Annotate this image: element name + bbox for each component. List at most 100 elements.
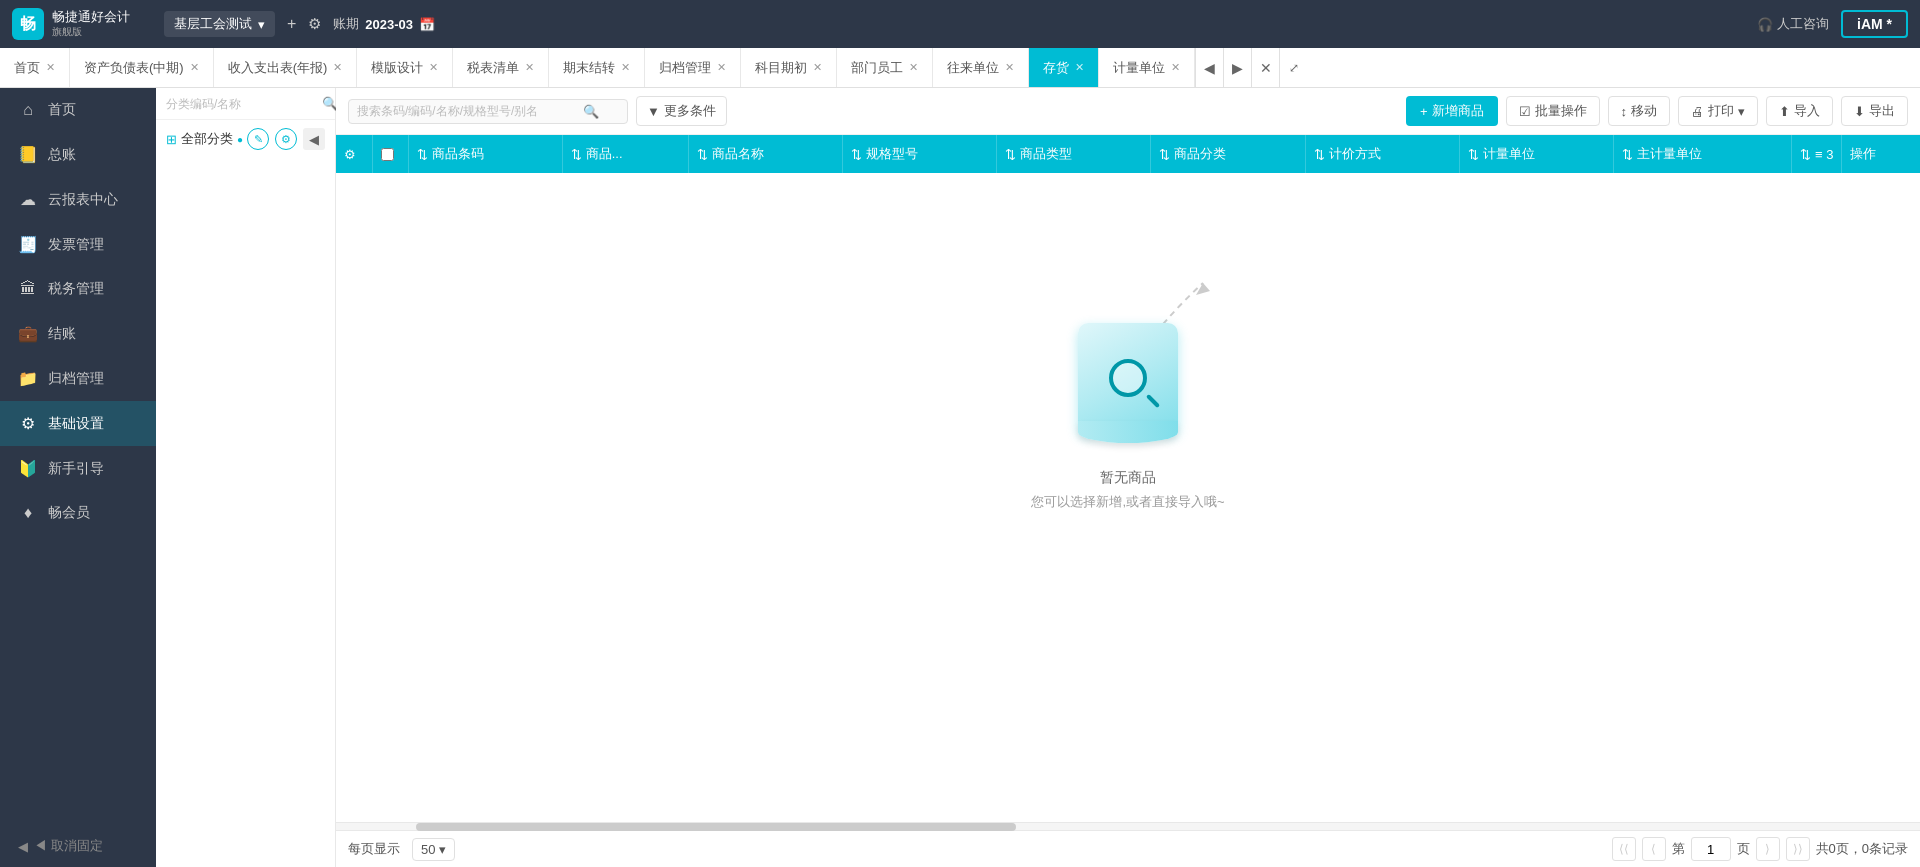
sidebar-item-ledger[interactable]: 📒 总账	[0, 132, 156, 177]
settings-icon[interactable]: ⚙	[308, 15, 321, 33]
col-spec[interactable]: ⇅规格型号	[843, 135, 997, 173]
company-selector[interactable]: 基层工会测试 ▾	[164, 11, 275, 37]
tab-measure-close[interactable]: ✕	[1171, 61, 1180, 74]
tab-prev-btn[interactable]: ◀	[1195, 48, 1223, 87]
search-icon[interactable]: 🔍	[583, 104, 599, 119]
move-icon: ↕	[1621, 104, 1628, 119]
pagination-bar: 每页显示 50 ▾ ⟨⟨ ⟨ 第 页 ⟩ ⟩⟩ 共0页，0条记录	[336, 830, 1920, 867]
page-label: 第	[1672, 840, 1685, 858]
iam-button[interactable]: iAM *	[1841, 10, 1908, 38]
tab-archive[interactable]: 归档管理 ✕	[645, 48, 741, 87]
calendar-icon[interactable]: 📅	[419, 17, 435, 32]
prev-page-btn[interactable]: ⟨	[1642, 837, 1666, 861]
sidebar-item-invoice[interactable]: 🧾 发票管理	[0, 222, 156, 267]
collapse-panel-btn[interactable]: ◀	[303, 128, 325, 150]
consult-btn[interactable]: 🎧 人工咨询	[1757, 15, 1829, 33]
category-all-label[interactable]: 全部分类	[181, 130, 233, 148]
sidebar-item-newguide[interactable]: 🔰 新手引导	[0, 446, 156, 491]
period-value: 2023-03	[365, 17, 413, 32]
col-code[interactable]: ⇅商品...	[562, 135, 688, 173]
col-name[interactable]: ⇅商品名称	[689, 135, 843, 173]
tab-balance[interactable]: 资产负债表(中期) ✕	[70, 48, 214, 87]
sidebar-item-report[interactable]: ☁ 云报表中心	[0, 177, 156, 222]
print-arrow: ▾	[1738, 104, 1745, 119]
sidebar-item-member[interactable]: ♦ 畅会员	[0, 491, 156, 535]
category-search-input[interactable]	[166, 97, 316, 111]
tab-close-all-btn[interactable]: ✕	[1251, 48, 1279, 87]
col-barcode-sort: ⇅	[417, 147, 428, 162]
tab-income-close[interactable]: ✕	[333, 61, 342, 74]
tab-inventory[interactable]: 存货 ✕	[1029, 48, 1099, 87]
tab-template-close[interactable]: ✕	[429, 61, 438, 74]
col-type-sort: ⇅	[1005, 147, 1016, 162]
sidebar-item-archive[interactable]: 📁 归档管理	[0, 356, 156, 401]
next-page-btn[interactable]: ⟩	[1756, 837, 1780, 861]
col-type[interactable]: ⇅商品类型	[997, 135, 1151, 173]
batch-btn[interactable]: ☑ 批量操作	[1506, 96, 1600, 126]
unpin-btn[interactable]: ◀ ◀ 取消固定	[0, 825, 156, 867]
edit-category-btn[interactable]: ✎	[247, 128, 269, 150]
col-check[interactable]	[372, 135, 408, 173]
tab-subject[interactable]: 科目期初 ✕	[741, 48, 837, 87]
horizontal-scrollbar[interactable]	[336, 822, 1920, 830]
print-btn[interactable]: 🖨 打印 ▾	[1678, 96, 1758, 126]
chevron-down-icon: ▾	[439, 842, 446, 857]
sidebar-item-settings[interactable]: ⚙ 基础设置	[0, 401, 156, 446]
tab-balance-close[interactable]: ✕	[190, 61, 199, 74]
col-category[interactable]: ⇅商品分类	[1151, 135, 1305, 173]
tab-dept[interactable]: 部门员工 ✕	[837, 48, 933, 87]
add-tab-btn[interactable]: +	[287, 15, 296, 33]
sidebar-item-home[interactable]: ⌂ 首页	[0, 88, 156, 132]
tab-dept-label: 部门员工	[851, 59, 903, 77]
col-unit[interactable]: ⇅计量单位	[1459, 135, 1613, 173]
tab-measure-label: 计量单位	[1113, 59, 1165, 77]
tab-balance-label: 资产负债表(中期)	[84, 59, 184, 77]
per-page-select[interactable]: 50 ▾	[412, 838, 455, 861]
tab-archive-close[interactable]: ✕	[717, 61, 726, 74]
sidebar-item-tax[interactable]: 🏛 税务管理	[0, 267, 156, 311]
tab-template[interactable]: 模版设计 ✕	[357, 48, 453, 87]
tab-next-btn[interactable]: ▶	[1223, 48, 1251, 87]
col-barcode[interactable]: ⇅商品条码	[408, 135, 562, 173]
archive-icon: 📁	[18, 369, 38, 388]
tab-inventory-close[interactable]: ✕	[1075, 61, 1084, 74]
select-all-checkbox[interactable]	[381, 148, 394, 161]
add-product-btn[interactable]: + 新增商品	[1406, 96, 1498, 126]
tab-periodend[interactable]: 期末结转 ✕	[549, 48, 645, 87]
home-icon: ⌂	[18, 101, 38, 119]
period-area: 账期 2023-03 📅	[333, 15, 435, 33]
last-page-btn[interactable]: ⟩⟩	[1786, 837, 1810, 861]
col-pricing[interactable]: ⇅计价方式	[1305, 135, 1459, 173]
product-search-input[interactable]	[357, 104, 577, 118]
tab-income[interactable]: 收入支出表(年报) ✕	[214, 48, 358, 87]
empty-illustration	[1018, 253, 1238, 453]
tab-taxclear-close[interactable]: ✕	[525, 61, 534, 74]
tab-measure[interactable]: 计量单位 ✕	[1099, 48, 1195, 87]
import-btn[interactable]: ⬆ 导入	[1766, 96, 1833, 126]
first-page-btn[interactable]: ⟨⟨	[1612, 837, 1636, 861]
tab-taxclear[interactable]: 税表清单 ✕	[453, 48, 549, 87]
filter-btn[interactable]: ▼ 更多条件	[636, 96, 727, 126]
tab-subject-close[interactable]: ✕	[813, 61, 822, 74]
tab-home[interactable]: 首页 ✕	[0, 48, 70, 87]
export-btn[interactable]: ⬇ 导出	[1841, 96, 1908, 126]
tab-home-close[interactable]: ✕	[46, 61, 55, 74]
export-label: 导出	[1869, 102, 1895, 120]
page-input[interactable]	[1691, 837, 1731, 861]
scrollbar-thumb[interactable]	[416, 823, 1016, 831]
tab-periodend-close[interactable]: ✕	[621, 61, 630, 74]
sidebar-item-settle[interactable]: 💼 结账	[0, 311, 156, 356]
move-btn[interactable]: ↕ 移动	[1608, 96, 1671, 126]
tab-unit[interactable]: 往来单位 ✕	[933, 48, 1029, 87]
move-label: 移动	[1631, 102, 1657, 120]
settings-category-btn[interactable]: ⚙	[275, 128, 297, 150]
tab-expand-btn[interactable]: ⤢	[1279, 48, 1307, 87]
tab-dept-close[interactable]: ✕	[909, 61, 918, 74]
col-extra[interactable]: ⇅≡ 3	[1791, 135, 1841, 173]
sidebar-item-settle-label: 结账	[48, 325, 76, 343]
tab-income-label: 收入支出表(年报)	[228, 59, 328, 77]
col-settings[interactable]: ⚙	[336, 135, 372, 173]
tab-unit-close[interactable]: ✕	[1005, 61, 1014, 74]
tab-bar: 首页 ✕ 资产负债表(中期) ✕ 收入支出表(年报) ✕ 模版设计 ✕ 税表清单…	[0, 48, 1920, 88]
col-main-unit[interactable]: ⇅主计量单位	[1613, 135, 1791, 173]
